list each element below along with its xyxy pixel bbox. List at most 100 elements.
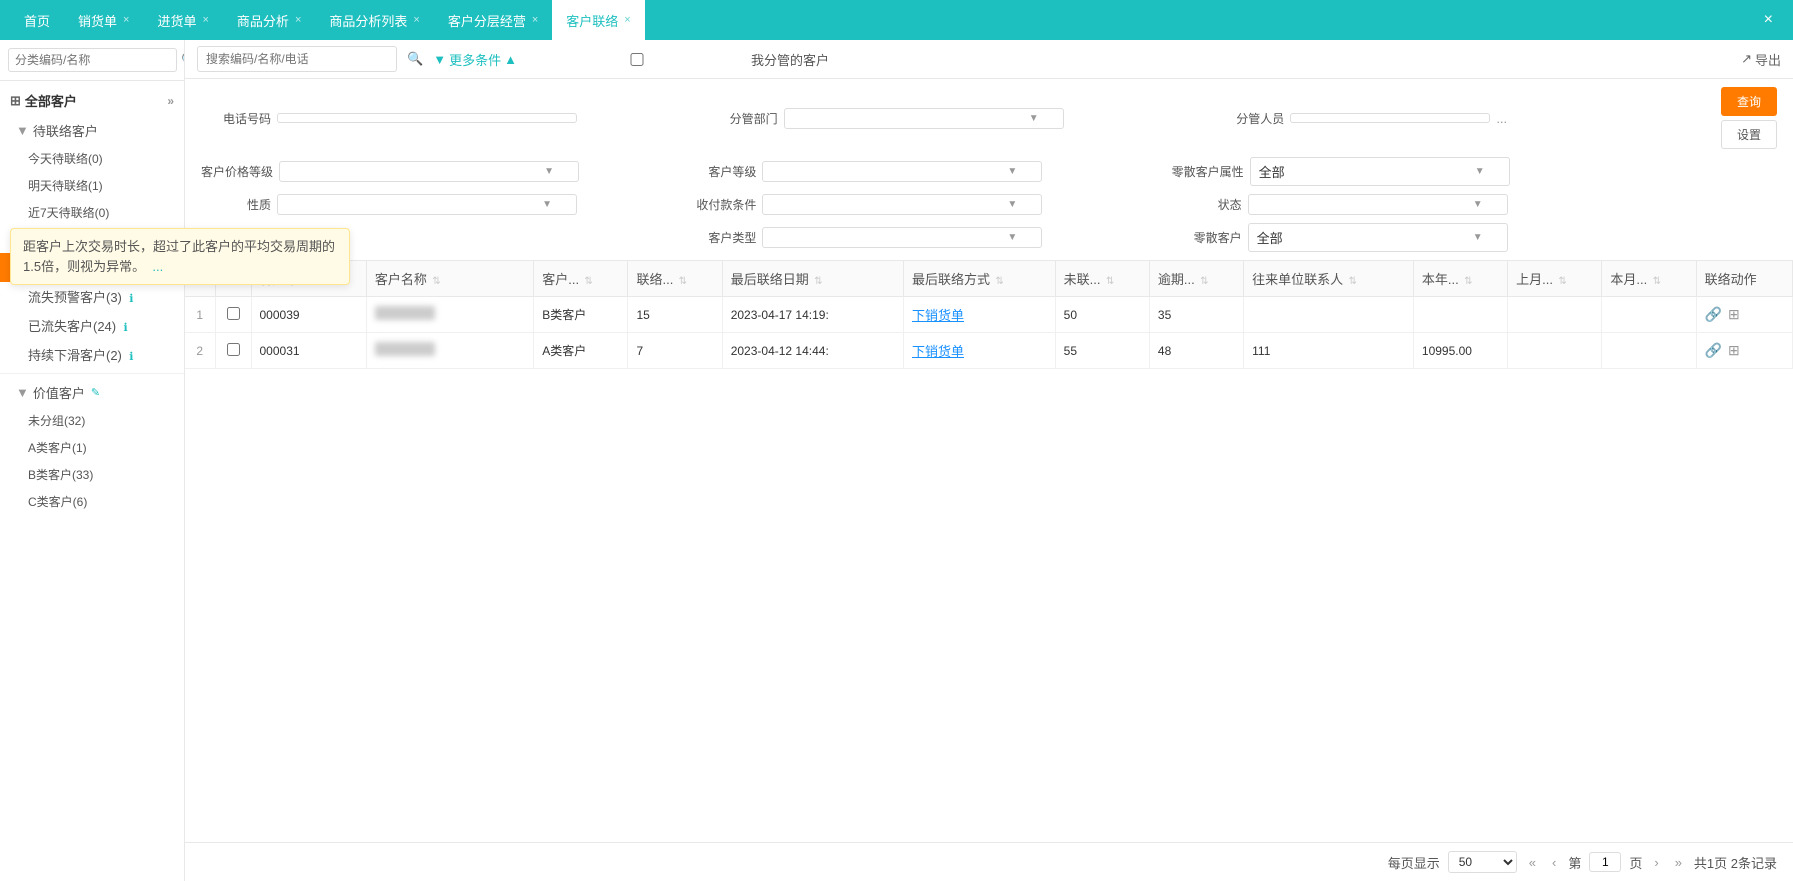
last-method-link-2[interactable]: 下销货单 [912,344,964,359]
sidebar-item-declining[interactable]: 持续下滑客户(2) ℹ [0,340,184,369]
window-close-button[interactable]: × [1754,11,1783,29]
settings-button[interactable]: 设置 [1721,120,1777,149]
advanced-filters: 电话号码 分管部门 ▼ 分管人员 ... 查询 设置 [185,79,1793,261]
row-action-1: 🔗 ⊞ [1696,297,1792,333]
search-input[interactable] [197,46,397,72]
action-link-icon-2[interactable]: 🔗 [1705,342,1722,359]
sidebar-item-unclassified[interactable]: 未分组(32) [0,407,184,434]
close-customer-tier-icon[interactable]: × [532,14,538,26]
price-level-select[interactable]: ▼ [279,161,579,182]
sort-uncontacted-icon: ⇅ [1106,276,1114,287]
sidebar-item-class-a[interactable]: A类客户(1) [0,434,184,461]
scatter-attr-select[interactable]: 全部 ▼ [1250,157,1510,186]
row-checkbox-2[interactable] [227,343,240,356]
sidebar-item-churned[interactable]: 已流失客户(24) ℹ [0,311,184,340]
per-page-select[interactable]: 50 100 200 [1448,851,1517,873]
table-area: ⚙ 客户编码 ⇅ 客户名称 ⇅ [185,261,1793,842]
th-level[interactable]: 客户... ⇅ [534,261,628,297]
row-last-method-1[interactable]: 下销货单 [904,297,1056,333]
my-customers-check[interactable] [527,53,747,66]
th-last-date[interactable]: 最后联络日期 ⇅ [722,261,903,297]
row-overdue-1: 35 [1149,297,1243,333]
sidebar-item-class-c[interactable]: C类客户(6) [0,488,184,515]
nav-sales[interactable]: 销货单 × [64,0,143,40]
payment-select[interactable]: ▼ [762,194,1042,215]
action-grid-icon-2[interactable]: ⊞ [1728,342,1740,359]
more-conditions-button[interactable]: ▼ 更多条件 ▲ [433,50,517,69]
action-buttons: 查询 设置 [1721,87,1777,149]
scatter-customer-select[interactable]: 全部 ▼ [1248,223,1508,252]
row-num-1: 1 [185,297,215,333]
row-check-2[interactable] [215,333,251,369]
row-name-2 [366,333,533,369]
customer-level-select[interactable]: ▼ [762,161,1042,182]
row-last-method-2[interactable]: 下销货单 [904,333,1056,369]
payment-label: 收付款条件 [686,196,756,213]
last-method-link-1[interactable]: 下销货单 [912,308,964,323]
th-overdue[interactable]: 逾期... ⇅ [1149,261,1243,297]
close-sales-icon[interactable]: × [123,14,129,26]
tooltip-dots[interactable]: ... [152,259,163,274]
export-button[interactable]: ↗ 导出 [1741,50,1781,69]
last-page-button[interactable]: » [1671,853,1686,872]
nav-purchase[interactable]: 进货单 × [143,0,222,40]
next-page-button[interactable]: › [1650,853,1662,872]
nav-analysis-list[interactable]: 商品分析列表 × [315,0,433,40]
customer-type-select[interactable]: ▼ [762,227,1042,248]
th-contact2[interactable]: 往来单位联系人 ⇅ [1244,261,1414,297]
th-this-year[interactable]: 本年... ⇅ [1413,261,1507,297]
sidebar-section-pending[interactable]: ▼ 待联络客户 [0,116,184,145]
nav-home[interactable]: 首页 [10,0,64,40]
first-page-button[interactable]: « [1525,853,1540,872]
nav-customer-contact[interactable]: 客户联络 × [552,0,644,40]
th-this-month[interactable]: 本月... ⇅ [1602,261,1696,297]
customer-name-blur-1 [375,306,435,320]
info-icon-churned: ℹ [123,322,127,334]
close-customer-contact-icon[interactable]: × [624,14,630,26]
dept-select[interactable]: ▼ [784,108,1064,129]
status-label: 状态 [1172,196,1242,213]
search-icon[interactable]: 🔍 [407,51,423,67]
manager-dots[interactable]: ... [1496,111,1507,126]
action-grid-icon-1[interactable]: ⊞ [1728,306,1740,323]
close-analysis-icon[interactable]: × [295,14,301,26]
row-check-1[interactable] [215,297,251,333]
sidebar-all-customers[interactable]: ⊞ 全部客户 » [0,85,184,116]
edit-value-icon[interactable]: ✎ [91,386,100,399]
sidebar-item-today[interactable]: 今天待联络(0) [0,145,184,172]
filter-row-3: 性质 ▼ 收付款条件 ▼ 状态 [201,194,1777,215]
th-action: 联络动作 [1696,261,1792,297]
th-last-method[interactable]: 最后联络方式 ⇅ [904,261,1056,297]
prev-page-button[interactable]: ‹ [1548,853,1560,872]
th-last-month[interactable]: 上月... ⇅ [1508,261,1602,297]
nav-customer-tier[interactable]: 客户分层经营 × [434,0,552,40]
close-analysis-list-icon[interactable]: × [413,14,419,26]
sidebar-item-churn-warning[interactable]: 流失预警客户(3) ℹ [0,282,184,311]
close-purchase-icon[interactable]: × [202,14,208,26]
my-customers-checkbox[interactable]: 我分管的客户 [527,50,829,69]
row-checkbox-1[interactable] [227,307,240,320]
th-name[interactable]: 客户名称 ⇅ [366,261,533,297]
row-action-2: 🔗 ⊞ [1696,333,1792,369]
phone-input[interactable] [277,113,577,123]
sort-last-method-icon: ⇅ [995,276,1003,287]
filter-group-customer-type: 客户类型 ▼ [686,227,1161,248]
nav-analysis[interactable]: 商品分析 × [223,0,315,40]
sidebar-item-tomorrow[interactable]: 明天待联络(1) [0,172,184,199]
customer-level-label: 客户等级 [686,163,756,180]
sidebar-item-7days[interactable]: 近7天待联络(0) [0,199,184,226]
sidebar-item-class-b[interactable]: B类客户(33) [0,461,184,488]
sort-contact-icon: ⇅ [679,276,687,287]
query-button[interactable]: 查询 [1721,87,1777,116]
page-number-input[interactable] [1589,852,1621,872]
sidebar-value-header[interactable]: ▼ 价值客户 ✎ [0,378,184,407]
collapse-icon[interactable]: » [167,94,174,108]
sidebar-search-input[interactable] [8,48,177,72]
nature-select[interactable]: ▼ [277,194,577,215]
action-link-icon-1[interactable]: 🔗 [1705,306,1722,323]
row-last-month-2 [1508,333,1602,369]
manager-input[interactable] [1290,113,1490,123]
th-contact[interactable]: 联络... ⇅ [628,261,722,297]
th-uncontacted[interactable]: 未联... ⇅ [1055,261,1149,297]
status-select[interactable]: ▼ [1248,194,1508,215]
